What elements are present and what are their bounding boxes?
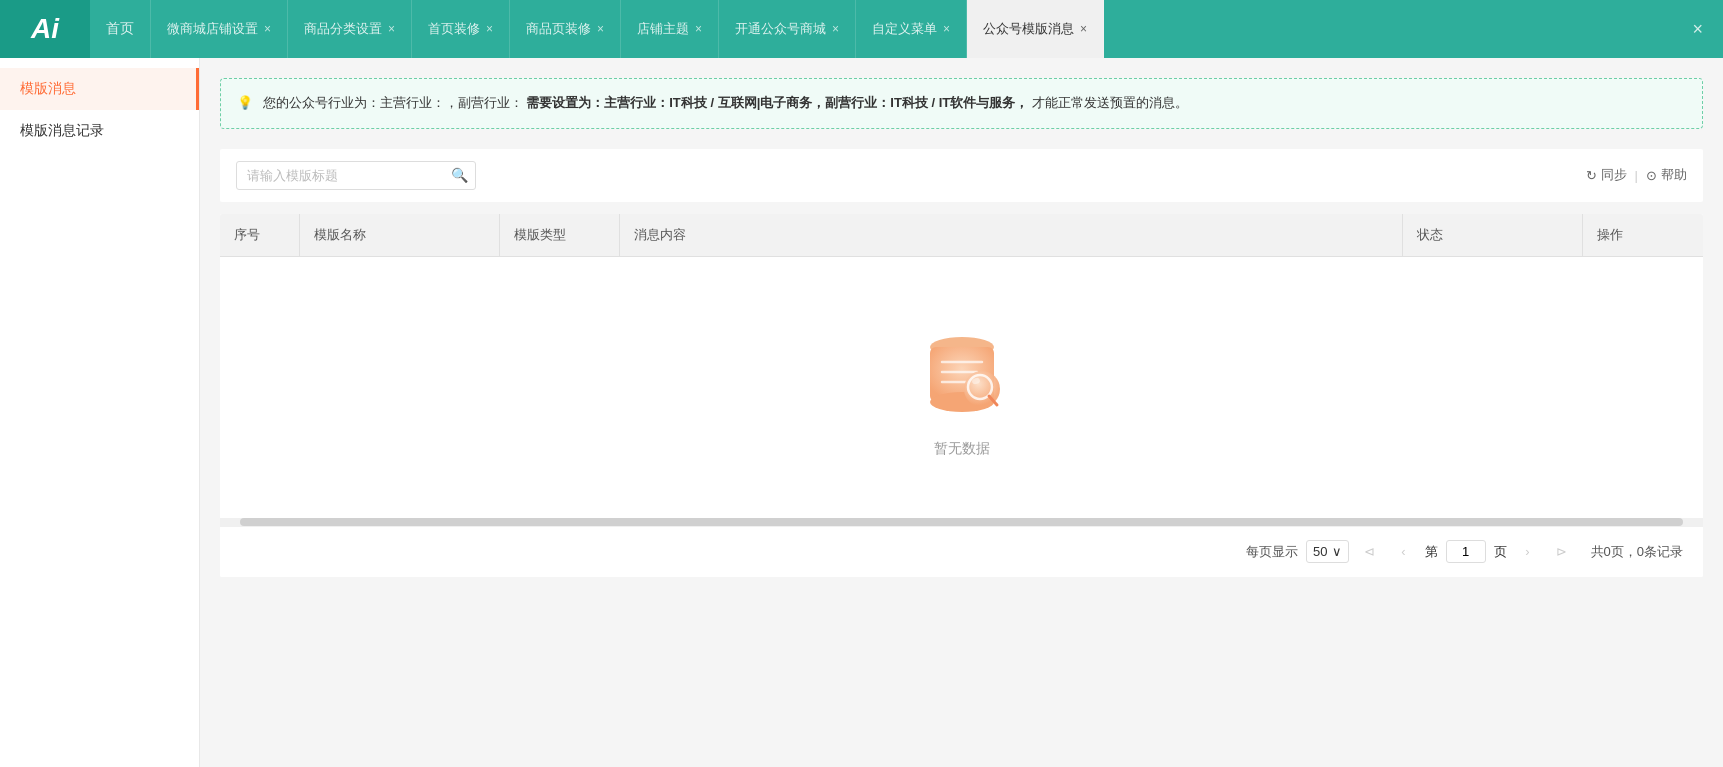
- page-total: 共0页，0条记录: [1591, 543, 1683, 561]
- nav-tab-close-wechat-template[interactable]: ×: [1080, 23, 1087, 35]
- search-left: 🔍: [236, 161, 476, 190]
- nav-tab-label-category-settings: 商品分类设置: [304, 20, 382, 38]
- sync-icon: ↻: [1586, 168, 1597, 183]
- nav-tab-label-store-theme: 店铺主题: [637, 20, 689, 38]
- notice-icon: 💡: [237, 95, 253, 110]
- table-header: 序号模版名称模版类型消息内容状态操作: [220, 214, 1703, 257]
- table-col-0: 序号: [220, 214, 300, 256]
- divider: |: [1635, 168, 1638, 183]
- help-button[interactable]: ⊙ 帮助: [1646, 166, 1687, 184]
- chevron-down-icon: ∨: [1332, 544, 1342, 559]
- nav-tab-close-store-theme[interactable]: ×: [695, 23, 702, 35]
- first-page-button[interactable]: ⊲: [1357, 539, 1383, 565]
- page-size-select[interactable]: 50 ∨: [1306, 540, 1348, 563]
- nav-tab-wechat-template[interactable]: 公众号模版消息 ×: [967, 0, 1104, 58]
- empty-text: 暂无数据: [934, 440, 990, 458]
- main-layout: 模版消息模版消息记录 💡 您的公众号行业为：主营行业：，副营行业： 需要设置为：…: [0, 58, 1723, 767]
- nav-tab-store-theme[interactable]: 店铺主题 ×: [621, 0, 719, 58]
- page-input[interactable]: [1446, 540, 1486, 563]
- table-col-3: 消息内容: [620, 214, 1403, 256]
- nav-tab-label-custom-menu: 自定义菜单: [872, 20, 937, 38]
- nav-tab-category-settings[interactable]: 商品分类设置 ×: [288, 0, 412, 58]
- nav-tab-label-home-decor: 首页装修: [428, 20, 480, 38]
- scrollbar-thumb[interactable]: [240, 518, 1683, 526]
- nav-tab-label-home: 首页: [106, 20, 134, 38]
- nav-tab-close-category-settings[interactable]: ×: [388, 23, 395, 35]
- nav-tab-close-product-decor[interactable]: ×: [597, 23, 604, 35]
- table-col-2: 模版类型: [500, 214, 620, 256]
- notice-prefix: 您的公众号行业为：主营行业：，副营行业：: [263, 95, 523, 110]
- nav-tab-close-open-wechat-mall[interactable]: ×: [832, 23, 839, 35]
- search-input-wrap: 🔍: [236, 161, 476, 190]
- last-page-button[interactable]: ⊳: [1549, 539, 1575, 565]
- nav-tab-close-home-decor[interactable]: ×: [486, 23, 493, 35]
- nav-tab-label-wechat-template: 公众号模版消息: [983, 20, 1074, 38]
- top-navbar: Ai 首页微商城店铺设置 ×商品分类设置 ×首页装修 ×商品页装修 ×店铺主题 …: [0, 0, 1723, 58]
- prev-page-button[interactable]: ‹: [1391, 539, 1417, 565]
- content-area: 💡 您的公众号行业为：主营行业：，副营行业： 需要设置为：主营行业：IT科技 /…: [200, 58, 1723, 767]
- help-icon: ⊙: [1646, 168, 1657, 183]
- nav-tab-label-open-wechat-mall: 开通公众号商城: [735, 20, 826, 38]
- next-page-button[interactable]: ›: [1515, 539, 1541, 565]
- empty-illustration: [902, 317, 1022, 440]
- help-label: 帮助: [1661, 166, 1687, 184]
- notice-suffix: 才能正常发送预置的消息。: [1032, 95, 1188, 110]
- nav-tab-product-decor[interactable]: 商品页装修 ×: [510, 0, 621, 58]
- search-bar: 🔍 ↻ 同步 | ⊙ 帮助: [220, 149, 1703, 202]
- brand-logo: Ai: [0, 0, 90, 58]
- brand-text: Ai: [31, 13, 59, 45]
- nav-tab-close-custom-menu[interactable]: ×: [943, 23, 950, 35]
- notice-banner: 💡 您的公众号行业为：主营行业：，副营行业： 需要设置为：主营行业：IT科技 /…: [220, 78, 1703, 129]
- empty-state: 暂无数据: [220, 257, 1703, 518]
- nav-tab-open-wechat-mall[interactable]: 开通公众号商城 ×: [719, 0, 856, 58]
- search-icon[interactable]: 🔍: [451, 167, 468, 183]
- sidebar: 模版消息模版消息记录: [0, 58, 200, 767]
- pagination-bar: 每页显示 50 ∨ ⊲ ‹ 第 页 › ⊳ 共0页，0条记录: [220, 526, 1703, 577]
- nav-tab-label-product-decor: 商品页装修: [526, 20, 591, 38]
- nav-tab-custom-menu[interactable]: 自定义菜单 ×: [856, 0, 967, 58]
- search-right: ↻ 同步 | ⊙ 帮助: [1586, 166, 1687, 184]
- sync-button[interactable]: ↻ 同步: [1586, 166, 1627, 184]
- page-unit: 页: [1494, 543, 1507, 561]
- nav-tab-label-store-settings: 微商城店铺设置: [167, 20, 258, 38]
- table-container: 序号模版名称模版类型消息内容状态操作: [220, 214, 1703, 577]
- scrollbar-track: [220, 518, 1703, 526]
- table-col-1: 模版名称: [300, 214, 500, 256]
- sidebar-item-template-message-record[interactable]: 模版消息记录: [0, 110, 199, 152]
- nav-tab-home-decor[interactable]: 首页装修 ×: [412, 0, 510, 58]
- page-size-label: 每页显示: [1246, 543, 1298, 561]
- close-all-button[interactable]: ×: [1672, 0, 1723, 58]
- sync-label: 同步: [1601, 166, 1627, 184]
- notice-highlight: 需要设置为：主营行业：IT科技 / 互联网|电子商务，副营行业：IT科技 / I…: [526, 95, 1028, 110]
- nav-tabs: 首页微商城店铺设置 ×商品分类设置 ×首页装修 ×商品页装修 ×店铺主题 ×开通…: [90, 0, 1672, 58]
- search-input[interactable]: [236, 161, 476, 190]
- nav-tab-store-settings[interactable]: 微商城店铺设置 ×: [151, 0, 288, 58]
- page-label: 第: [1425, 543, 1438, 561]
- table-col-5: 操作: [1583, 214, 1703, 256]
- page-size-value: 50: [1313, 544, 1327, 559]
- nav-tab-home[interactable]: 首页: [90, 0, 151, 58]
- table-col-4: 状态: [1403, 214, 1583, 256]
- nav-tab-close-store-settings[interactable]: ×: [264, 23, 271, 35]
- sidebar-item-template-message[interactable]: 模版消息: [0, 68, 199, 110]
